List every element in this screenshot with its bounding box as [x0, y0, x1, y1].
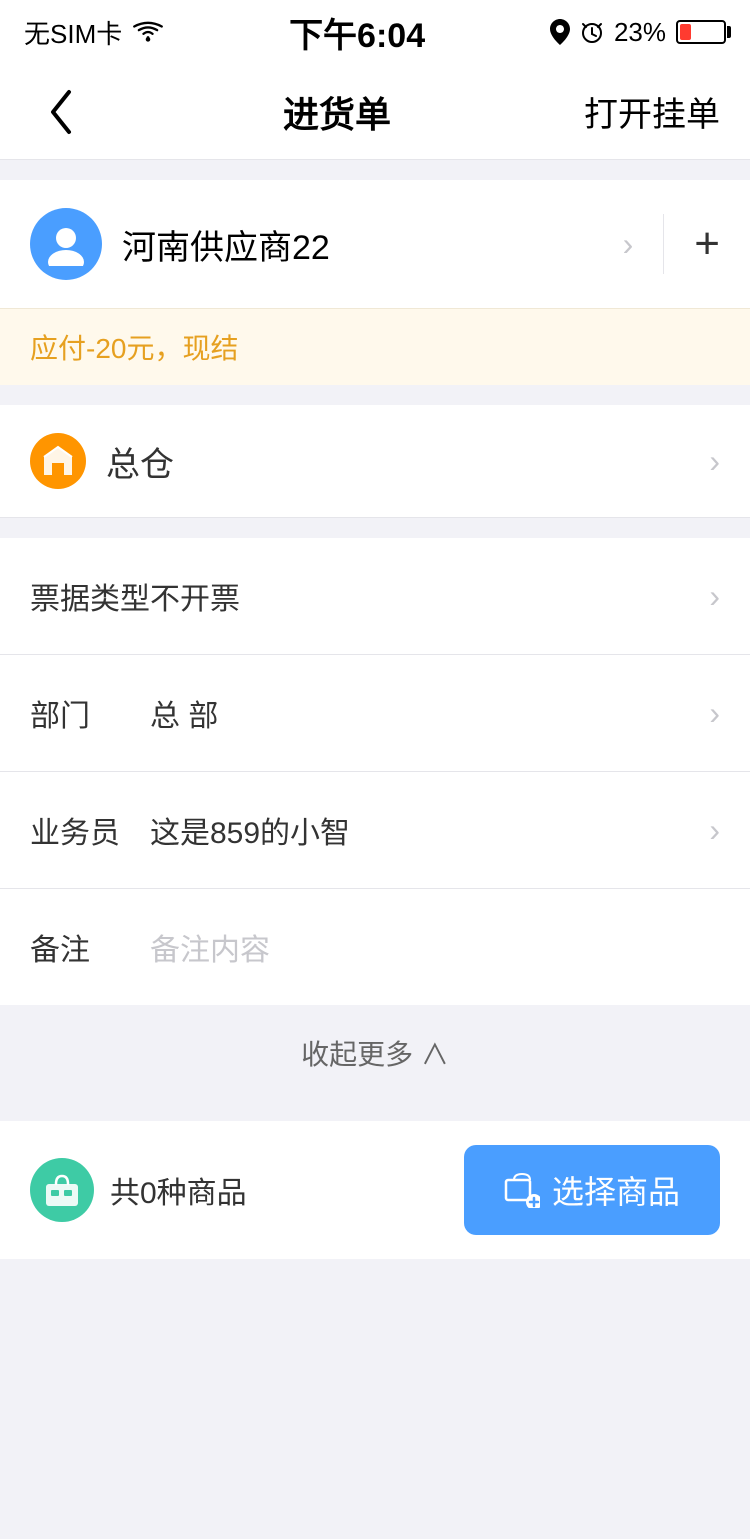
- remark-label: 备注: [30, 925, 150, 969]
- location-icon: [550, 19, 570, 45]
- supplier-row[interactable]: 河南供应商22 › +: [0, 180, 750, 308]
- department-row[interactable]: 部门 总 部 ›: [0, 655, 750, 772]
- invoice-type-value: 不开票: [150, 574, 699, 618]
- supplier-actions: › +: [623, 214, 720, 274]
- status-time: 下午6:04: [289, 8, 425, 57]
- alarm-icon: [580, 19, 604, 45]
- salesperson-row[interactable]: 业务员 这是859的小智 ›: [0, 772, 750, 889]
- supplier-name: 河南供应商22: [122, 220, 623, 269]
- product-count-left: 共0种商品: [30, 1158, 247, 1222]
- bottom-background: [0, 1259, 750, 1539]
- battery-indicator: [676, 20, 726, 44]
- battery-percent: 23%: [614, 17, 666, 48]
- select-product-label: 选择商品: [552, 1167, 680, 1213]
- warehouse-chevron-icon: ›: [709, 443, 720, 480]
- warehouse-section: 总仓 ›: [0, 405, 750, 518]
- supplier-avatar: [30, 208, 102, 280]
- open-pending-button[interactable]: 打开挂单: [584, 87, 720, 136]
- add-supplier-button[interactable]: +: [694, 222, 720, 266]
- remark-row[interactable]: 备注 备注内容: [0, 889, 750, 1005]
- top-divider: [0, 160, 750, 180]
- supplier-chevron-icon: ›: [623, 226, 634, 263]
- carrier-text: 无SIM卡: [24, 14, 122, 51]
- salesperson-label: 业务员: [30, 808, 150, 852]
- back-button[interactable]: [30, 82, 90, 142]
- remark-value[interactable]: 备注内容: [150, 925, 720, 969]
- notice-bar: 应付-20元，现结: [0, 308, 750, 385]
- status-bar: 无SIM卡 下午6:04 23%: [0, 0, 750, 64]
- status-left: 无SIM卡: [24, 14, 164, 51]
- collapse-more-label: 收起更多 ∧: [301, 1039, 449, 1070]
- invoice-type-label: 票据类型: [30, 574, 150, 618]
- product-count-icon: [30, 1158, 94, 1222]
- divider-3: [0, 1101, 750, 1121]
- warehouse-label: 总仓: [106, 437, 709, 486]
- department-chevron-icon: ›: [709, 695, 720, 732]
- warehouse-icon-bg: [30, 433, 86, 489]
- divider-2: [0, 518, 750, 538]
- warehouse-row[interactable]: 总仓 ›: [0, 405, 750, 518]
- supplier-section: 河南供应商22 › + 应付-20元，现结: [0, 180, 750, 385]
- notice-text: 应付-20元，现结: [30, 333, 238, 364]
- salesperson-value: 这是859的小智: [150, 808, 699, 852]
- department-value: 总 部: [150, 691, 699, 735]
- bottom-bar: 共0种商品 选择商品: [0, 1121, 750, 1259]
- page-title: 进货单: [283, 86, 391, 138]
- salesperson-chevron-icon: ›: [709, 812, 720, 849]
- invoice-type-chevron-icon: ›: [709, 578, 720, 615]
- divider-1: [0, 385, 750, 405]
- vertical-divider: [663, 214, 664, 274]
- select-product-button[interactable]: 选择商品: [464, 1145, 720, 1235]
- form-section: 票据类型 不开票 › 部门 总 部 › 业务员 这是859的小智 › 备注 备注…: [0, 538, 750, 1005]
- nav-bar: 进货单 打开挂单: [0, 64, 750, 160]
- department-label: 部门: [30, 691, 150, 735]
- invoice-type-row[interactable]: 票据类型 不开票 ›: [0, 538, 750, 655]
- collapse-more-button[interactable]: 收起更多 ∧: [0, 1005, 750, 1101]
- wifi-icon: [132, 21, 164, 43]
- product-count-text: 共0种商品: [110, 1168, 247, 1212]
- status-right: 23%: [550, 17, 726, 48]
